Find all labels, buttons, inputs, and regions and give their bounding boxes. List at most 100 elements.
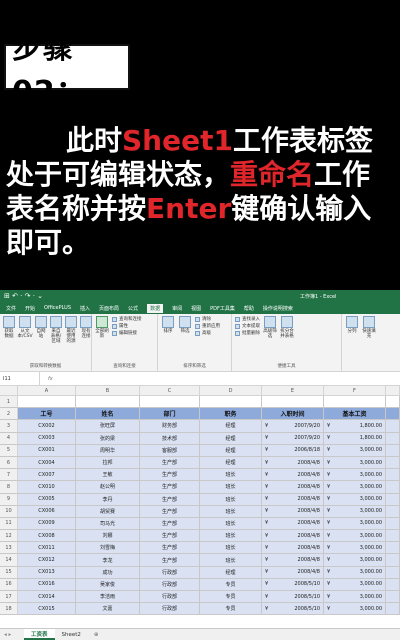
text-extract-button[interactable]: 文本提取: [235, 323, 260, 330]
cell-position[interactable]: 班长: [200, 469, 262, 482]
cell-hire-date[interactable]: ¥2008/5/10: [262, 603, 324, 616]
split-merge-button[interactable]: 拆分合并表格: [280, 316, 294, 339]
tab-home[interactable]: 开始: [25, 305, 35, 312]
tab-review[interactable]: 审阅: [172, 305, 182, 312]
advanced-button[interactable]: 高级: [195, 330, 220, 337]
cell[interactable]: [386, 456, 400, 470]
row-number[interactable]: 13: [0, 542, 18, 555]
cell-department[interactable]: 生产部: [140, 456, 200, 470]
cell[interactable]: [18, 396, 76, 409]
sheet-nav-arrows[interactable]: ◂ ▸: [0, 632, 24, 638]
cell-department[interactable]: 生产部: [140, 554, 200, 567]
cell-department[interactable]: 生产部: [140, 493, 200, 506]
cell-name[interactable]: 司马光: [76, 517, 140, 531]
cell-name[interactable]: 刘雪梅: [76, 542, 140, 555]
cell-hire-date[interactable]: ¥2008/4/8: [262, 517, 324, 531]
cell-position[interactable]: 专员: [200, 591, 262, 604]
cell-name[interactable]: 李龙: [76, 554, 140, 567]
row-number[interactable]: 16: [0, 578, 18, 591]
cell-name[interactable]: 王敏: [76, 469, 140, 482]
cell-base-salary[interactable]: ¥3,000.00: [324, 591, 386, 604]
cell-grid[interactable]: 1 2 工号 姓名 部门 职务 入职时间 基本工资 3 CX002 张旺屏 财务部 经理 ¥2007/9/…: [0, 396, 400, 616]
cell-position[interactable]: 班长: [200, 505, 262, 518]
tell-me-search[interactable]: 操作说明搜索: [263, 305, 293, 312]
cell[interactable]: [386, 493, 400, 506]
tab-help[interactable]: 帮助: [244, 305, 254, 312]
cell[interactable]: [386, 591, 400, 604]
edit-links-button[interactable]: 编辑链接: [112, 330, 142, 337]
row-number[interactable]: 11: [0, 517, 18, 531]
filter-button[interactable]: 筛选: [178, 316, 192, 337]
cell-department[interactable]: 生产部: [140, 542, 200, 555]
queries-connections-button[interactable]: 查询和连接: [112, 316, 142, 323]
cell-base-salary[interactable]: ¥3,000.00: [324, 578, 386, 591]
row-number[interactable]: 6: [0, 456, 18, 470]
from-table-button[interactable]: 来自表格/区域: [50, 316, 62, 344]
column-header[interactable]: A: [18, 386, 76, 395]
cell-name[interactable]: 张的梁: [76, 432, 140, 445]
cell-employee-id[interactable]: CX007: [18, 469, 76, 482]
cell-department[interactable]: 行政部: [140, 603, 200, 616]
header-cell[interactable]: 姓名: [76, 408, 140, 421]
cell-hire-date[interactable]: ¥2007/9/20: [262, 432, 324, 445]
cell-position[interactable]: 经理: [200, 420, 262, 433]
lookup-entry-button[interactable]: 查找录入: [235, 316, 260, 323]
cell-department[interactable]: 行政部: [140, 578, 200, 591]
cell-employee-id[interactable]: CX006: [18, 505, 76, 518]
cell-department[interactable]: 生产部: [140, 517, 200, 531]
row-number[interactable]: 15: [0, 566, 18, 579]
text-to-columns-button[interactable]: 分列: [345, 316, 359, 339]
cell-position[interactable]: 班长: [200, 481, 262, 494]
cell-name[interactable]: 胡贸赛: [76, 505, 140, 518]
column-header[interactable]: B: [76, 386, 140, 395]
header-cell[interactable]: 入职时间: [262, 408, 324, 421]
row-number[interactable]: 8: [0, 481, 18, 494]
cell[interactable]: [386, 603, 400, 616]
clear-button[interactable]: 清除: [195, 316, 220, 323]
row-number[interactable]: 3: [0, 420, 18, 433]
row-number[interactable]: 18: [0, 603, 18, 616]
cell-name[interactable]: 李洁雨: [76, 591, 140, 604]
advanced-filter-button[interactable]: 高级筛选: [263, 316, 277, 339]
cell[interactable]: [386, 554, 400, 567]
header-cell[interactable]: 工号: [18, 408, 76, 421]
cell-base-salary[interactable]: ¥1,800.00: [324, 432, 386, 445]
cell-hire-date[interactable]: ¥2008/4/8: [262, 554, 324, 567]
refresh-all-button[interactable]: 全部刷新: [95, 316, 109, 339]
column-header[interactable]: [386, 386, 400, 395]
cell-position[interactable]: 经理: [200, 566, 262, 579]
cell-employee-id[interactable]: CX010: [18, 481, 76, 494]
cell[interactable]: [386, 566, 400, 579]
column-header[interactable]: C: [140, 386, 200, 395]
cell-employee-id[interactable]: CX009: [18, 517, 76, 531]
cell[interactable]: [324, 396, 386, 409]
add-sheet-icon[interactable]: ⊕: [88, 632, 99, 638]
tab-page-layout[interactable]: 页面布局: [99, 305, 119, 312]
cell-base-salary[interactable]: ¥3,000.00: [324, 554, 386, 567]
row-number[interactable]: 2: [0, 408, 18, 421]
cell-name[interactable]: 李丹: [76, 493, 140, 506]
cell-base-salary[interactable]: ¥1,800.00: [324, 420, 386, 433]
row-number[interactable]: 4: [0, 432, 18, 445]
cell[interactable]: [386, 578, 400, 591]
tab-pdf-tools[interactable]: PDF工具集: [210, 305, 235, 312]
column-header[interactable]: E: [262, 386, 324, 395]
header-cell[interactable]: 基本工资: [324, 408, 386, 421]
cell-department[interactable]: 生产部: [140, 481, 200, 494]
cell-name[interactable]: 文嘉: [76, 603, 140, 616]
tab-insert[interactable]: 插入: [80, 305, 90, 312]
cell[interactable]: [386, 530, 400, 543]
cell-base-salary[interactable]: ¥3,000.00: [324, 493, 386, 506]
existing-connections-button[interactable]: 现有连接: [80, 316, 92, 344]
cell-base-salary[interactable]: ¥3,000.00: [324, 469, 386, 482]
properties-button[interactable]: 属性: [112, 323, 142, 330]
sheet-tab-active[interactable]: 工资表: [24, 629, 55, 640]
cell-hire-date[interactable]: ¥2008/5/10: [262, 591, 324, 604]
row-number[interactable]: 10: [0, 505, 18, 518]
cell-department[interactable]: 财务部: [140, 420, 200, 433]
row-number[interactable]: 9: [0, 493, 18, 506]
cell-department[interactable]: 生产部: [140, 469, 200, 482]
row-number[interactable]: 17: [0, 591, 18, 604]
cell-position[interactable]: 经理: [200, 444, 262, 457]
cell-name[interactable]: 赵公明: [76, 481, 140, 494]
